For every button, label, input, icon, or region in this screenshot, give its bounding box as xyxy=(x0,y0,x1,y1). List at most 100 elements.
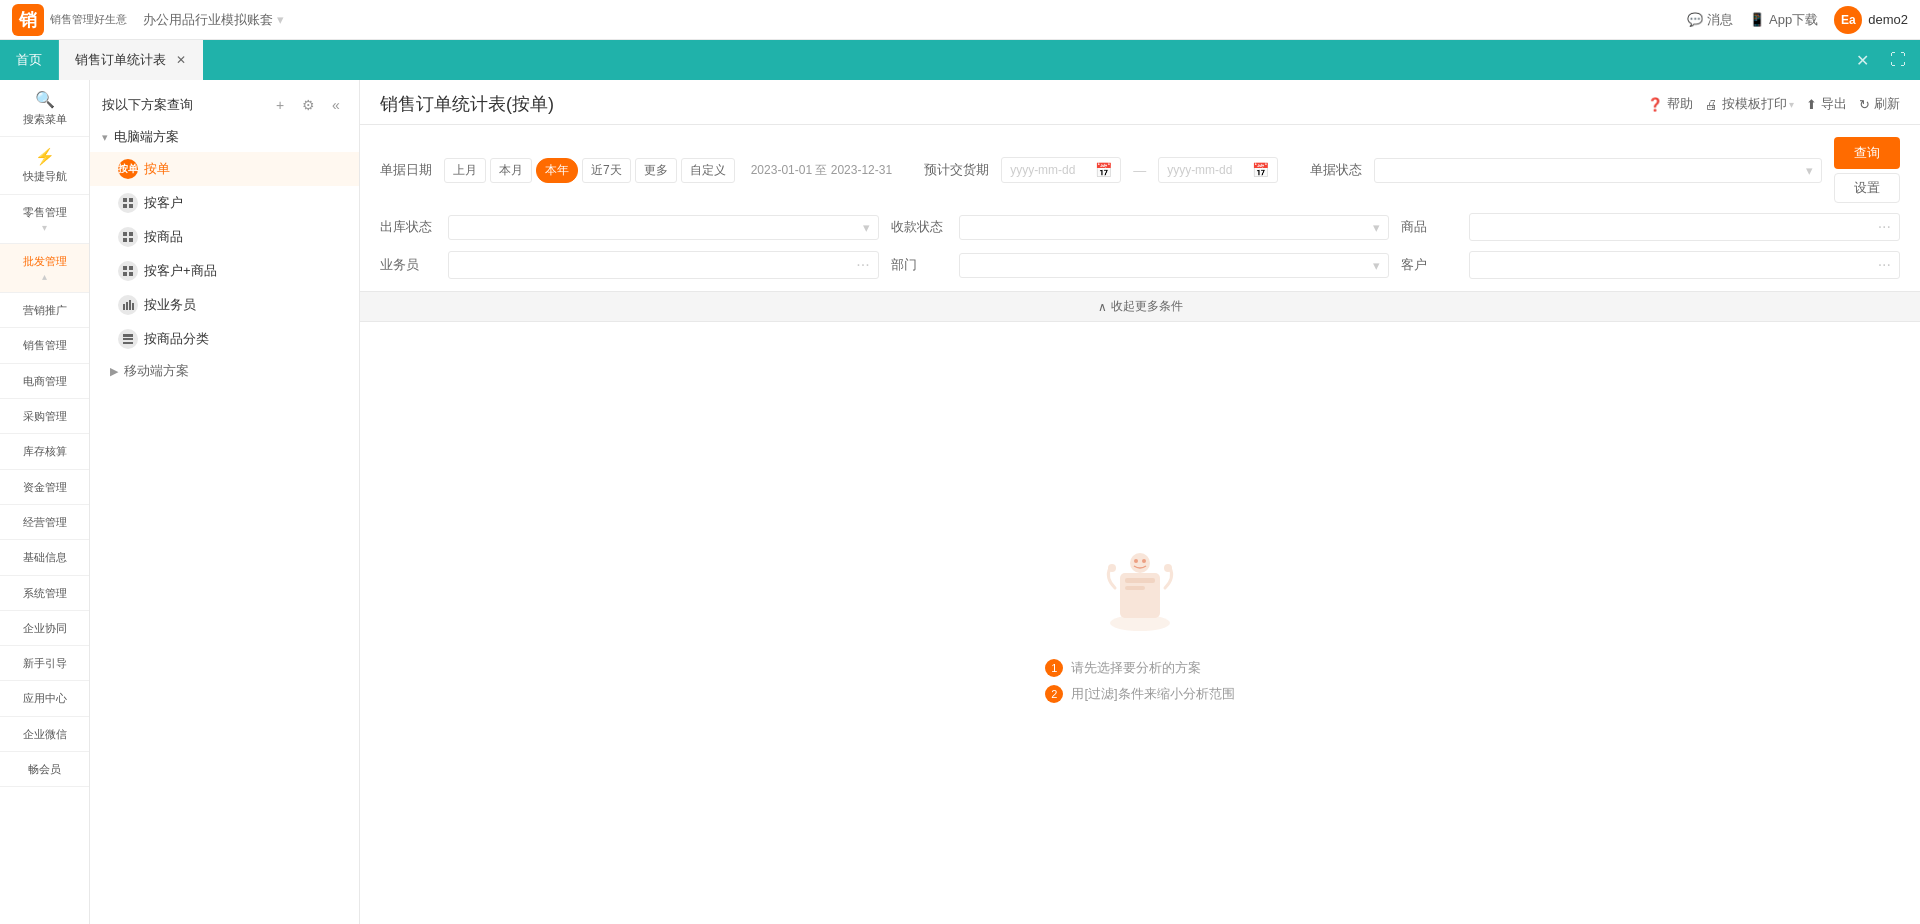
scheme-collapse-button[interactable]: « xyxy=(325,94,347,116)
sidebar-item-apps[interactable]: 应用中心 xyxy=(0,681,89,716)
svg-point-27 xyxy=(1164,564,1172,572)
sidebar-item-marketing[interactable]: 营销推广 xyxy=(0,293,89,328)
user-area[interactable]: Ea demo2 xyxy=(1834,6,1908,34)
filter-row-2: 出库状态 ▾ 收款状态 ▾ 商品 ··· xyxy=(380,213,1900,241)
page-title: 销售订单统计表(按单) xyxy=(380,92,1647,116)
date-btn-last-7days[interactable]: 近7天 xyxy=(582,158,631,183)
scheme-group-mobile-label: 移动端方案 xyxy=(124,362,189,380)
date-btn-this-month[interactable]: 本月 xyxy=(490,158,532,183)
sidebar-wholesale-label: 批发管理 xyxy=(23,254,67,268)
sidebar-item-retail[interactable]: 零售管理 ▾ xyxy=(0,195,89,244)
scheme-add-button[interactable]: + xyxy=(269,94,291,116)
tab-home[interactable]: 首页 xyxy=(0,40,59,80)
svg-rect-2 xyxy=(123,204,127,208)
expected-date-start-input[interactable]: yyyy-mm-dd 📅 xyxy=(1001,157,1121,183)
tip-2-num: 2 xyxy=(1045,685,1063,703)
page-actions: ❓ 帮助 🖨 按模板打印 ▾ ⬆ 导出 xyxy=(1647,95,1900,113)
doc-status-label: 单据状态 xyxy=(1310,161,1362,179)
avatar: Ea xyxy=(1834,6,1862,34)
sidebar-item-sales[interactable]: 销售管理 xyxy=(0,328,89,363)
svg-point-25 xyxy=(1142,559,1146,563)
tab-close-icon[interactable]: ✕ xyxy=(176,53,186,67)
help-button[interactable]: ❓ 帮助 xyxy=(1647,95,1693,113)
print-dropdown-icon[interactable]: ▾ xyxy=(1789,99,1794,110)
collapse-label: 收起更多条件 xyxy=(1111,298,1183,315)
date-btn-more[interactable]: 更多 xyxy=(635,158,677,183)
sidebar-item-wechat[interactable]: 企业微信 xyxy=(0,717,89,752)
sidebar-item-inventory[interactable]: 库存核算 xyxy=(0,434,89,469)
tab-maximize-button[interactable]: ⛶ xyxy=(1884,46,1912,74)
message-button[interactable]: 💬 消息 xyxy=(1687,11,1733,29)
doc-status-select[interactable]: ▾ xyxy=(1374,158,1822,183)
sidebar-item-basic[interactable]: 基础信息 xyxy=(0,540,89,575)
sidebar-item-quicknav[interactable]: ⚡ 快捷导航 xyxy=(0,137,89,194)
product-ellipsis-icon[interactable]: ··· xyxy=(1878,218,1891,236)
collapse-button[interactable]: ∧ 收起更多条件 xyxy=(1098,298,1183,315)
sidebar-retail-arrow: ▾ xyxy=(42,222,47,233)
export-icon: ⬆ xyxy=(1806,97,1817,112)
svg-rect-0 xyxy=(123,198,127,202)
product-select[interactable]: ··· xyxy=(1469,213,1900,241)
sidebar-item-member[interactable]: 畅会员 xyxy=(0,752,89,787)
tab-close-window-button[interactable]: ✕ xyxy=(1848,46,1876,74)
sidebar-item-system[interactable]: 系统管理 xyxy=(0,576,89,611)
scheme-item-by-cust-prod[interactable]: 按客户+商品 xyxy=(90,254,359,288)
svg-rect-18 xyxy=(123,342,133,344)
payment-status-label: 收款状态 xyxy=(891,218,951,236)
shipment-status-select[interactable]: ▾ xyxy=(448,215,879,240)
scheme-item-by-salesperson[interactable]: 按业务员 xyxy=(90,288,359,322)
sidebar-newbie-label: 新手引导 xyxy=(23,656,67,670)
expected-date-end-input[interactable]: yyyy-mm-dd 📅 xyxy=(1158,157,1278,183)
tab-order-stat[interactable]: 销售订单统计表 ✕ xyxy=(59,40,203,80)
scheme-group-mobile-header[interactable]: ▶ 移动端方案 xyxy=(90,356,359,386)
sidebar-system-label: 系统管理 xyxy=(23,586,67,600)
sidebar-item-purchase[interactable]: 采购管理 xyxy=(0,399,89,434)
sidebar-wholesale-arrow: ▴ xyxy=(42,271,47,282)
filter-item-customer: 客户 ··· xyxy=(1401,251,1900,279)
print-label: 按模板打印 xyxy=(1722,95,1787,113)
sidebar-finance-label: 资金管理 xyxy=(23,480,67,494)
print-icon: 🖨 xyxy=(1705,97,1718,112)
salesperson-ellipsis-icon[interactable]: ··· xyxy=(856,256,869,274)
search-button[interactable]: 查询 xyxy=(1834,137,1900,169)
filter-row-1: 单据日期 上月 本月 本年 近7天 更多 自定义 2023-01-01 至 20… xyxy=(380,137,1900,203)
svg-rect-1 xyxy=(129,198,133,202)
scheme-group-pc-header[interactable]: ▾ 电脑端方案 xyxy=(90,122,359,152)
sidebar-item-ops[interactable]: 经营管理 xyxy=(0,505,89,540)
sidebar-item-ecom[interactable]: 电商管理 xyxy=(0,364,89,399)
breadcrumb-arrow-icon[interactable]: ▾ xyxy=(277,12,284,27)
scheme-by-cust-prod-label: 按客户+商品 xyxy=(144,262,217,280)
date-btn-this-year[interactable]: 本年 xyxy=(536,158,578,183)
sidebar-item-search[interactable]: 🔍 搜索菜单 xyxy=(0,80,89,137)
date-btn-last-month[interactable]: 上月 xyxy=(444,158,486,183)
svg-rect-9 xyxy=(129,266,133,270)
salesperson-select[interactable]: ··· xyxy=(448,251,879,279)
customer-ellipsis-icon[interactable]: ··· xyxy=(1878,256,1891,274)
scheme-settings-button[interactable]: ⚙ xyxy=(297,94,319,116)
scheme-panel: 按以下方案查询 + ⚙ « ▾ 电脑端方案 按单 按单 按 xyxy=(90,80,360,924)
print-button[interactable]: 🖨 按模板打印 ▾ xyxy=(1705,95,1794,113)
customer-select[interactable]: ··· xyxy=(1469,251,1900,279)
refresh-button[interactable]: ↻ 刷新 xyxy=(1859,95,1900,113)
collapse-icon: ∧ xyxy=(1098,300,1107,314)
scheme-item-by-product[interactable]: 按商品 xyxy=(90,220,359,254)
payment-status-select[interactable]: ▾ xyxy=(959,215,1390,240)
sidebar-item-finance[interactable]: 资金管理 xyxy=(0,470,89,505)
shipment-status-arrow-icon: ▾ xyxy=(863,220,870,235)
sidebar-item-newbie[interactable]: 新手引导 xyxy=(0,646,89,681)
date-btn-custom[interactable]: 自定义 xyxy=(681,158,735,183)
sidebar-item-enterprise[interactable]: 企业协同 xyxy=(0,611,89,646)
scheme-item-by-customer[interactable]: 按客户 xyxy=(90,186,359,220)
settings-button[interactable]: 设置 xyxy=(1834,173,1900,203)
sidebar-item-wholesale[interactable]: 批发管理 ▴ xyxy=(0,244,89,293)
payment-status-arrow-icon: ▾ xyxy=(1373,220,1380,235)
scheme-item-by-order[interactable]: 按单 按单 xyxy=(90,152,359,186)
export-button[interactable]: ⬆ 导出 xyxy=(1806,95,1847,113)
scheme-by-order-icon: 按单 xyxy=(118,159,138,179)
collapse-bar[interactable]: ∧ 收起更多条件 xyxy=(360,292,1920,322)
date-btn-group: 上月 本月 本年 近7天 更多 自定义 xyxy=(444,158,735,183)
sidebar-member-label: 畅会员 xyxy=(28,762,61,776)
department-select[interactable]: ▾ xyxy=(959,253,1390,278)
scheme-item-by-category[interactable]: 按商品分类 xyxy=(90,322,359,356)
app-download-button[interactable]: 📱 App下载 xyxy=(1749,11,1818,29)
